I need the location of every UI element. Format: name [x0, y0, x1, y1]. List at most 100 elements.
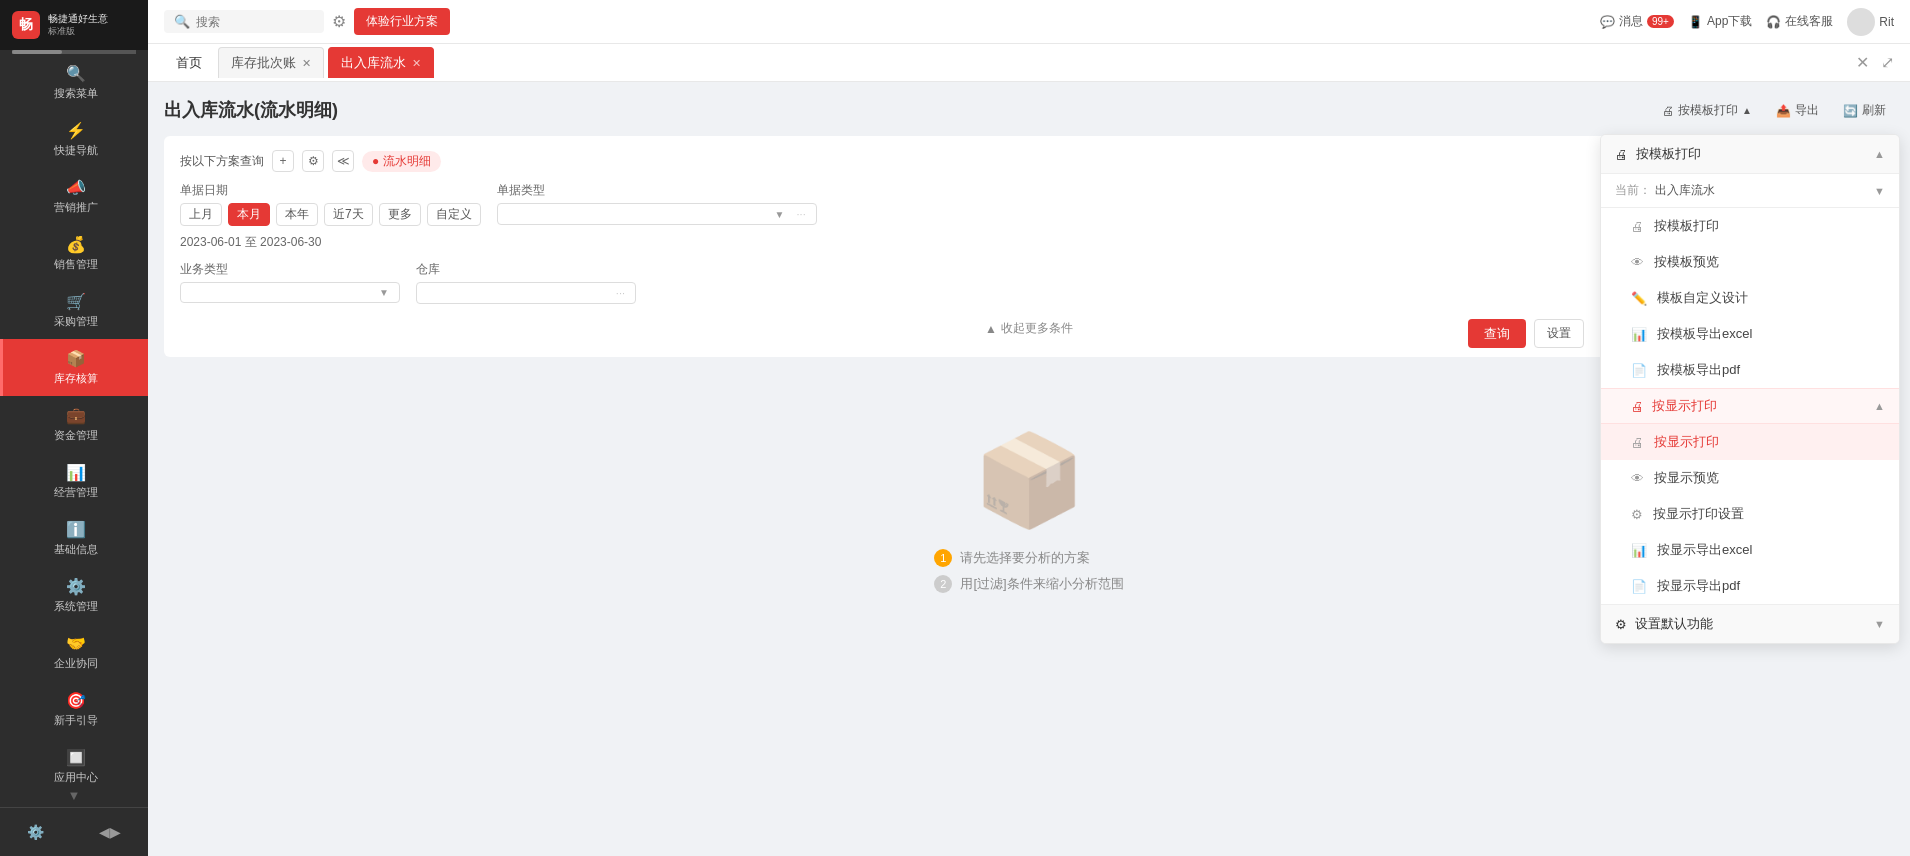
date-btn-this-year[interactable]: 本年 [276, 203, 318, 226]
app-download-item[interactable]: 📱 App下载 [1688, 13, 1752, 30]
sidebar-item-label: 系统管理 [54, 599, 98, 614]
user-profile-item[interactable]: Rit [1847, 8, 1894, 36]
logo-badge: 标准版 [48, 25, 108, 38]
online-service-item[interactable]: 🎧 在线客服 [1766, 13, 1833, 30]
display-preview-icon: 👁 [1631, 471, 1644, 486]
message-item[interactable]: 💬 消息 99+ [1600, 13, 1674, 30]
sidebar-scroll-down[interactable]: ▼ [0, 784, 148, 807]
current-dropdown-icon[interactable]: ▼ [1874, 185, 1885, 197]
template-print-item-label: 按模板打印 [1654, 217, 1719, 235]
flow-tab-label: 出入库流水 [341, 54, 406, 72]
topbar: 🔍 ⚙ 体验行业方案 💬 消息 99+ 📱 App下载 🎧 在线客服 R [148, 0, 1910, 44]
sidebar-item-apps[interactable]: 🔲 应用中心 [0, 738, 148, 784]
sidebar-item-corp[interactable]: 🤝 企业协同 [0, 624, 148, 681]
tab-close-flow[interactable]: ✕ [412, 57, 421, 70]
avatar [1847, 8, 1875, 36]
empty-step-1: 1 请先选择要分析的方案 [934, 549, 1123, 567]
home-tab-label: 首页 [176, 54, 202, 72]
sidebar-item-operation[interactable]: 📊 经营管理 [0, 453, 148, 510]
display-section-label: 按显示打印 [1652, 397, 1717, 415]
filter-header-label: 按以下方案查询 [180, 153, 264, 170]
display-print-item[interactable]: 🖨 按显示打印 [1601, 424, 1899, 460]
template-print-action[interactable]: 🖨 按模板打印 ▲ [1654, 98, 1760, 123]
filter-collapse-button[interactable]: ≪ [332, 150, 354, 172]
doc-type-label: 单据类型 [497, 182, 817, 199]
sidebar-item-inventory[interactable]: 📦 库存核算 [0, 339, 148, 396]
tab-close-batch-account[interactable]: ✕ [302, 57, 311, 70]
add-filter-button[interactable]: + [272, 150, 294, 172]
biz-type-select[interactable]: ▼ [180, 282, 400, 303]
purchase-icon: 🛒 [66, 292, 86, 311]
biz-type-dropdown-icon: ▼ [379, 287, 389, 298]
window-maximize-icon[interactable]: ⤢ [1881, 53, 1894, 72]
date-btn-last-7-days[interactable]: 近7天 [324, 203, 373, 226]
tab-home[interactable]: 首页 [164, 48, 214, 78]
display-section-collapse-icon: ▲ [1874, 400, 1885, 412]
warehouse-filter-field: 仓库 ··· [416, 261, 636, 304]
sidebar-item-purchase[interactable]: 🛒 采购管理 [0, 282, 148, 339]
default-function-label: 设置默认功能 [1635, 615, 1713, 633]
sidebar-item-label: 库存核算 [54, 371, 98, 386]
query-button[interactable]: 查询 [1468, 319, 1526, 348]
sidebar-item-marketing[interactable]: 📣 营销推广 [0, 168, 148, 225]
logo-icon: 畅 [12, 11, 40, 39]
template-custom-item[interactable]: ✏️ 模板自定义设计 [1601, 280, 1899, 316]
window-minimize-icon[interactable]: ✕ [1856, 53, 1869, 72]
filter-tag[interactable]: ● 流水明细 [362, 151, 441, 172]
display-pdf-item[interactable]: 📄 按显示导出pdf [1601, 568, 1899, 604]
tab-flow[interactable]: 出入库流水 ✕ [328, 47, 434, 78]
display-preview-item[interactable]: 👁 按显示预览 [1601, 460, 1899, 496]
template-pdf-item-label: 按模板导出pdf [1657, 361, 1740, 379]
search-input[interactable] [196, 15, 296, 29]
sidebar-item-system[interactable]: ⚙️ 系统管理 [0, 567, 148, 624]
logo-name: 畅捷通好生意 [48, 12, 108, 25]
display-print-settings-item[interactable]: ⚙ 按显示打印设置 [1601, 496, 1899, 532]
sidebar-item-guide[interactable]: 🎯 新手引导 [0, 681, 148, 738]
preview-item-icon: 👁 [1631, 255, 1644, 270]
export-action[interactable]: 📤 导出 [1768, 98, 1827, 123]
warehouse-select[interactable]: ··· [416, 282, 636, 304]
template-preview-item[interactable]: 👁 按模板预览 [1601, 244, 1899, 280]
sidebar-item-quick-nav[interactable]: ⚡ 快捷导航 [0, 111, 148, 168]
display-excel-item-label: 按显示导出excel [1657, 541, 1752, 559]
display-section-header[interactable]: 🖨 按显示打印 ▲ [1601, 388, 1899, 424]
display-pdf-item-label: 按显示导出pdf [1657, 577, 1740, 595]
step2-text: 用[过滤]条件来缩小分析范围 [960, 575, 1123, 593]
sidebar-item-basic[interactable]: ℹ️ 基础信息 [0, 510, 148, 567]
template-custom-item-label: 模板自定义设计 [1657, 289, 1748, 307]
sidebar-collapse-btn[interactable]: ◀▶ [93, 818, 127, 846]
template-pdf-item[interactable]: 📄 按模板导出pdf [1601, 352, 1899, 388]
industry-solution-button[interactable]: 体验行业方案 [354, 8, 450, 35]
doc-type-dropdown-icon: ▼ [775, 209, 785, 220]
display-excel-item[interactable]: 📊 按显示导出excel [1601, 532, 1899, 568]
settings-button[interactable]: 设置 [1534, 319, 1584, 348]
refresh-action[interactable]: 🔄 刷新 [1835, 98, 1894, 123]
date-btn-this-month[interactable]: 本月 [228, 203, 270, 226]
tab-batch-account[interactable]: 库存批次账 ✕ [218, 47, 324, 78]
template-section-header[interactable]: 🖨 按模板打印 ▲ [1601, 135, 1899, 174]
display-pdf-icon: 📄 [1631, 579, 1647, 594]
display-print-icon: 🖨 [1631, 435, 1644, 450]
doc-type-select[interactable]: ▼ ··· [497, 203, 817, 225]
display-excel-icon: 📊 [1631, 543, 1647, 558]
template-excel-item[interactable]: 📊 按模板导出excel [1601, 316, 1899, 352]
template-section-label: 按模板打印 [1636, 145, 1701, 163]
pdf-item-icon: 📄 [1631, 363, 1647, 378]
sidebar-item-finance[interactable]: 💼 资金管理 [0, 396, 148, 453]
print-item-icon: 🖨 [1631, 219, 1644, 234]
dropdown-footer[interactable]: ⚙ 设置默认功能 ▼ [1601, 604, 1899, 643]
date-btn-more[interactable]: 更多 [379, 203, 421, 226]
tabs-bar: 首页 库存批次账 ✕ 出入库流水 ✕ ✕ ⤢ [148, 44, 1910, 82]
date-btn-last-month[interactable]: 上月 [180, 203, 222, 226]
sidebar-item-search[interactable]: 🔍 搜索菜单 [0, 54, 148, 111]
date-btn-custom[interactable]: 自定义 [427, 203, 481, 226]
sidebar-item-sales[interactable]: 💰 销售管理 [0, 225, 148, 282]
gear-icon[interactable]: ⚙ [332, 12, 346, 31]
template-print-item[interactable]: 🖨 按模板打印 [1601, 208, 1899, 244]
main-content: 🔍 ⚙ 体验行业方案 💬 消息 99+ 📱 App下载 🎧 在线客服 R [148, 0, 1910, 856]
filter-settings-button[interactable]: ⚙ [302, 150, 324, 172]
step2-num: 2 [934, 575, 952, 593]
display-settings-icon: ⚙ [1631, 507, 1643, 522]
query-actions: 查询 设置 [164, 319, 1584, 348]
sidebar-settings-btn[interactable]: ⚙️ [21, 818, 50, 846]
